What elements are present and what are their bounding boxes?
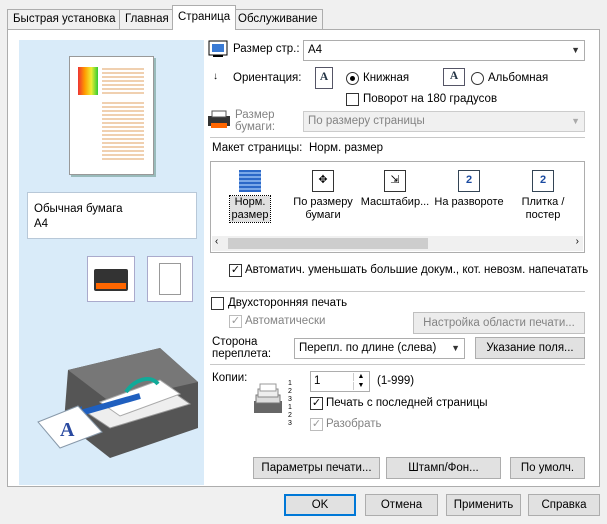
preview-image-icon	[78, 67, 98, 95]
tab-maintenance[interactable]: Обслуживание	[232, 9, 324, 29]
print-from-last-checkbox[interactable]: ✓	[310, 397, 323, 410]
layout-item-tiling[interactable]: 2 Плитка / постер	[508, 162, 578, 222]
apply-button[interactable]: Применить	[446, 494, 521, 516]
chevron-left-icon[interactable]: ‹	[215, 236, 218, 247]
layout-item-label: По размеру бумаги	[293, 196, 353, 221]
layout-item-scaled[interactable]: ⇲ Масштабир...	[360, 162, 430, 209]
paper-type-text: Обычная бумага	[34, 203, 123, 215]
duplex-label: Двухсторонняя печать	[228, 297, 348, 309]
spin-up-icon[interactable]: ▲	[353, 373, 368, 381]
binding-side-value: Перепл. по длине (слева)	[299, 342, 437, 354]
duplex-checkbox[interactable]	[211, 297, 224, 310]
divider	[210, 137, 585, 138]
layout-item-label: Масштабир...	[360, 196, 430, 208]
landscape-radio[interactable]	[471, 72, 484, 85]
stamp-background-button[interactable]: Штамп/Фон...	[386, 457, 501, 479]
layout-item-page-layout[interactable]: 2 На развороте	[434, 162, 504, 209]
layout-item-label: Норм. размер	[229, 195, 271, 223]
landscape-icon: A	[443, 68, 465, 86]
copies-value: 1	[314, 375, 321, 387]
landscape-label: Альбомная	[488, 72, 549, 84]
print-area-setup-button[interactable]: Настройка области печати...	[413, 312, 585, 334]
paper-size-label: Размер бумаги:	[235, 109, 276, 133]
divider	[210, 364, 585, 365]
page-size-value: A4	[308, 44, 323, 56]
divider	[210, 291, 585, 292]
layout-item-label: На развороте	[434, 196, 504, 208]
tab-quick-setup[interactable]: Быстрая установка	[7, 9, 122, 29]
specify-margin-button[interactable]: Указание поля...	[475, 337, 585, 359]
printer-duplex-illustration: A	[37, 348, 198, 458]
two-page-icon: 2	[458, 170, 480, 192]
printer-icon	[208, 110, 230, 128]
scaled-icon: ⇲	[384, 170, 406, 192]
preview-text-lines-icon	[102, 68, 144, 160]
page-size-icon	[208, 40, 228, 57]
rotate-180-checkbox[interactable]	[346, 93, 359, 106]
paper-info-box: Обычная бумага A4	[27, 192, 197, 239]
svg-text:A: A	[60, 419, 75, 441]
tiling-icon: 2	[532, 170, 554, 192]
cancel-button[interactable]: Отмена	[365, 494, 438, 516]
horizontal-scrollbar[interactable]: ‹ ›	[212, 236, 583, 251]
fit-to-page-icon: ✥	[312, 170, 334, 192]
paper-size-select[interactable]: По размеру страницы ▼	[303, 111, 585, 132]
collate-label: Разобрать	[326, 418, 382, 430]
copies-label: Копии:	[212, 372, 248, 384]
page-layout-current: Норм. размер	[309, 142, 384, 154]
tab-main[interactable]: Главная	[119, 9, 175, 29]
orientation-label: Ориентация:	[233, 72, 302, 84]
paper-source-cassette-icon	[87, 256, 135, 302]
page-size-label: Размер стр.:	[233, 43, 300, 55]
duplex-auto-label: Автоматически	[245, 315, 326, 327]
page-preview	[69, 56, 154, 175]
spin-down-icon[interactable]: ▼	[353, 382, 368, 390]
help-button[interactable]: Справка	[528, 494, 600, 516]
page-size-select[interactable]: A4 ▼	[303, 40, 585, 61]
page-layout-label: Макет страницы:	[212, 142, 303, 154]
ok-button[interactable]: OK	[284, 494, 356, 516]
print-from-last-label: Печать с последней страницы	[326, 397, 488, 409]
auto-reduce-checkbox[interactable]: ✓	[229, 264, 242, 277]
portrait-label: Книжная	[363, 72, 410, 84]
paper-size-value: По размеру страницы	[308, 115, 425, 127]
rotate-180-label: Поворот на 180 градусов	[363, 93, 498, 105]
print-options-button[interactable]: Параметры печати...	[253, 457, 380, 479]
layout-item-label: Плитка / постер	[521, 196, 565, 221]
chevron-down-icon: ▼	[571, 116, 580, 126]
layout-item-normal[interactable]: Норм. размер	[215, 162, 285, 223]
auto-reduce-label: Автоматич. уменьшать большие докум., кот…	[245, 264, 589, 276]
chevron-down-icon: ▼	[571, 45, 580, 55]
chevron-down-icon: ▼	[451, 343, 460, 353]
collate-checkbox[interactable]: ✓	[310, 418, 323, 431]
page-layout-list[interactable]: Норм. размер ✥ По размеру бумаги ⇲ Масшт…	[210, 161, 585, 253]
layout-item-fit-to-paper[interactable]: ✥ По размеру бумаги	[288, 162, 358, 222]
arrow-down-icon: ↓	[213, 71, 218, 82]
portrait-radio[interactable]	[346, 72, 359, 85]
paper-source-plain-icon	[147, 256, 193, 302]
duplex-auto-checkbox[interactable]: ✓	[229, 315, 242, 328]
copies-spinbox[interactable]: 1 ▲ ▼	[310, 371, 370, 392]
chevron-right-icon[interactable]: ›	[576, 236, 579, 247]
binding-side-label: Сторона переплета:	[212, 336, 272, 360]
portrait-icon: A	[315, 67, 333, 89]
copies-range: (1-999)	[377, 375, 415, 387]
tab-page-setup[interactable]: Страница	[172, 5, 237, 30]
binding-side-select[interactable]: Перепл. по длине (слева) ▼	[294, 338, 465, 359]
normal-size-icon	[239, 170, 261, 192]
page-order-icon: 123123	[288, 380, 292, 427]
scrollbar-thumb[interactable]	[228, 238, 428, 249]
paper-size-text: A4	[34, 218, 49, 230]
copies-stack-icon	[254, 383, 282, 413]
defaults-button[interactable]: По умолч.	[510, 457, 585, 479]
